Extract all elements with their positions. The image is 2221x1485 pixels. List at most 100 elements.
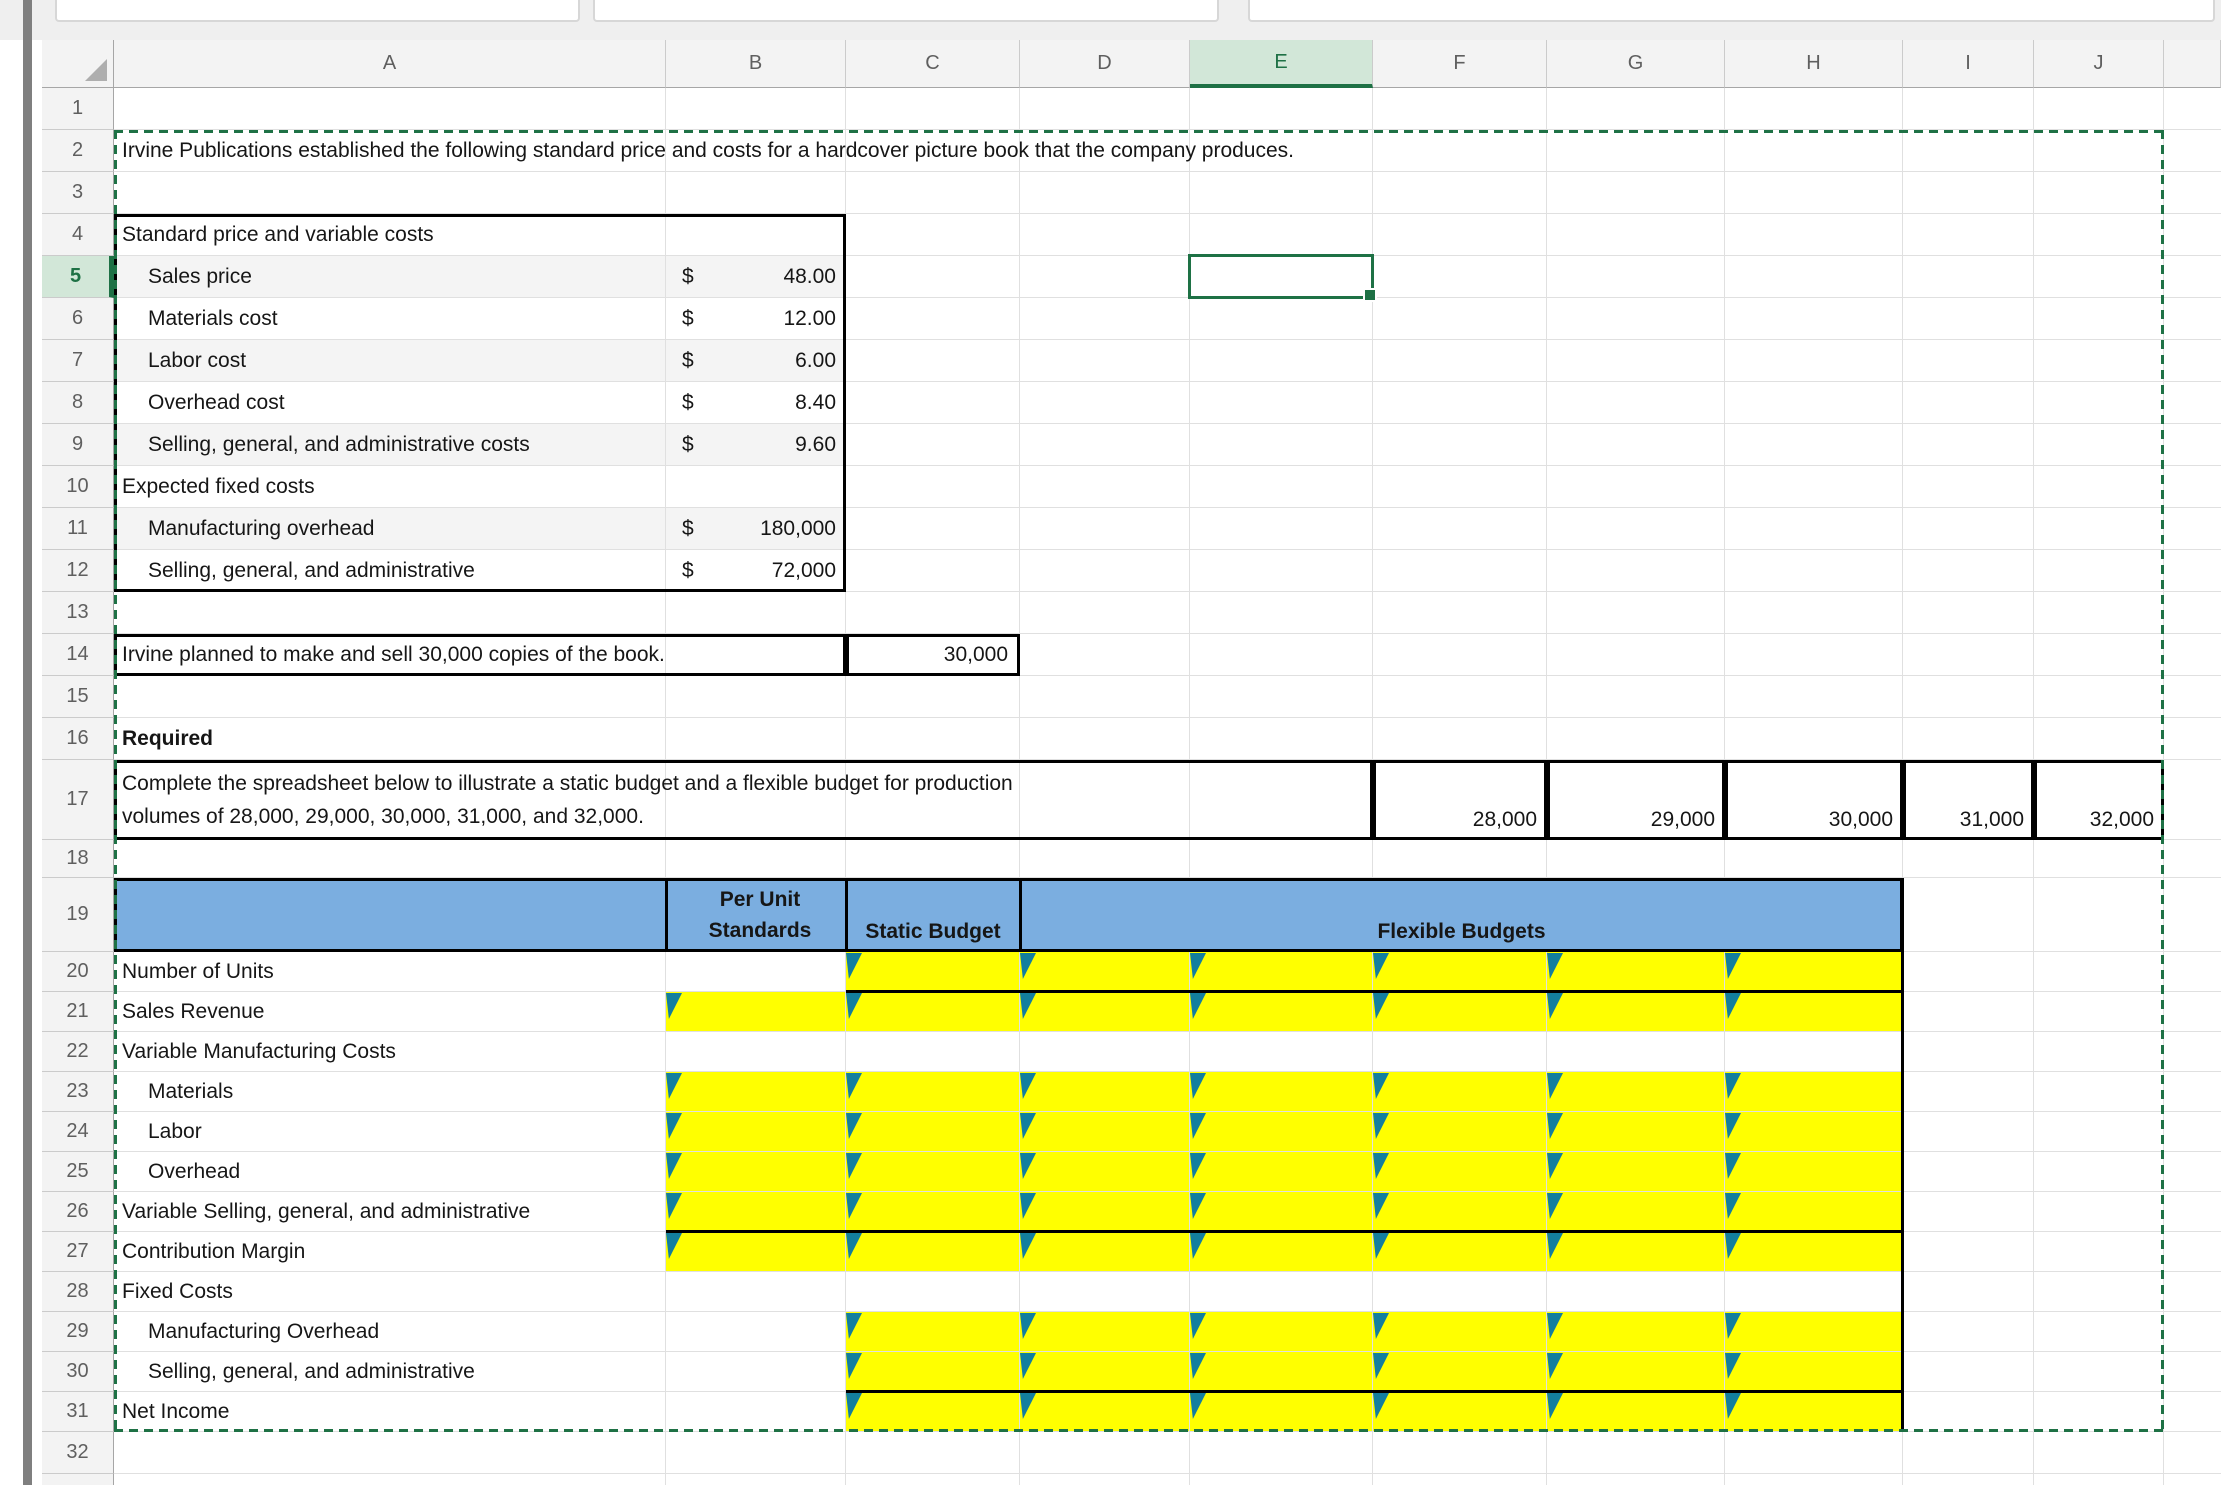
cell-text-line: Per Unit [719, 888, 801, 911]
cell-A2[interactable]: Irvine Publications established the foll… [114, 130, 2164, 172]
column-header-H[interactable]: H [1725, 40, 1903, 88]
column-header-B[interactable]: B [666, 40, 846, 88]
name-box[interactable] [55, 0, 580, 22]
cell-A21[interactable]: Sales Revenue [114, 992, 666, 1032]
cell-H17[interactable]: 30,000 [1725, 760, 1903, 840]
row-header-24[interactable]: 24 [42, 1112, 114, 1152]
cell-A12[interactable]: Selling, general, and administrative [114, 550, 666, 592]
cell-A29[interactable]: Manufacturing Overhead [114, 1312, 666, 1352]
row-header-19[interactable]: 19 [42, 878, 114, 952]
cell-A16[interactable]: Required [114, 718, 666, 760]
cell-A31[interactable]: Net Income [114, 1392, 666, 1432]
select-all-button[interactable] [42, 40, 114, 88]
column-header-A[interactable]: A [114, 40, 666, 88]
cell-B8[interactable]: $8.40 [666, 382, 846, 424]
cell-D19[interactable]: Flexible Budgets [1020, 878, 1903, 952]
cell-A22[interactable]: Variable Manufacturing Costs [114, 1032, 666, 1072]
cell-A24[interactable]: Labor [114, 1112, 666, 1152]
cell-B5[interactable]: $48.00 [666, 256, 846, 298]
cell-B11[interactable]: $180,000 [666, 508, 846, 550]
row-header-4[interactable]: 4 [42, 214, 114, 256]
row-header-11[interactable]: 11 [42, 508, 114, 550]
column-header-C[interactable]: C [846, 40, 1020, 88]
cell-A27[interactable]: Contribution Margin [114, 1232, 666, 1272]
row-header-1[interactable]: 1 [42, 88, 114, 130]
formula-bar[interactable] [1248, 0, 2215, 22]
row-header-21[interactable]: 21 [42, 992, 114, 1032]
row-header-25[interactable]: 25 [42, 1152, 114, 1192]
row-header-29[interactable]: 29 [42, 1312, 114, 1352]
row-header-31[interactable]: 31 [42, 1392, 114, 1432]
cell-A20[interactable]: Number of Units [114, 952, 666, 992]
function-box[interactable] [593, 0, 1219, 22]
cell-A14[interactable]: Irvine planned to make and sell 30,000 c… [114, 634, 846, 676]
currency-value: 6.00 [795, 349, 836, 372]
cell-A5[interactable]: Sales price [114, 256, 666, 298]
cell-B7[interactable]: $6.00 [666, 340, 846, 382]
cell-A26[interactable]: Variable Selling, general, and administr… [114, 1192, 666, 1232]
cell-J17[interactable]: 32,000 [2034, 760, 2164, 840]
row-header-30[interactable]: 30 [42, 1352, 114, 1392]
row-header-15[interactable]: 15 [42, 676, 114, 718]
select-all-triangle-icon [85, 59, 107, 81]
row-header-13[interactable]: 13 [42, 592, 114, 634]
cell-I17[interactable]: 31,000 [1903, 760, 2034, 840]
window-edge [23, 0, 32, 1485]
cell-A11[interactable]: Manufacturing overhead [114, 508, 666, 550]
row-header-14[interactable]: 14 [42, 634, 114, 676]
cell-C14[interactable]: 30,000 [846, 634, 1020, 676]
row-header-10[interactable]: 10 [42, 466, 114, 508]
row-header-9[interactable]: 9 [42, 424, 114, 466]
row-header-22[interactable]: 22 [42, 1032, 114, 1072]
cell-A6[interactable]: Materials cost [114, 298, 666, 340]
row-header-32[interactable]: 32 [42, 1432, 114, 1474]
cell-B6[interactable]: $12.00 [666, 298, 846, 340]
row-header-16[interactable]: 16 [42, 718, 114, 760]
cell-A9[interactable]: Selling, general, and administrative cos… [114, 424, 666, 466]
row-header-5[interactable]: 5 [42, 256, 114, 298]
column-header-D[interactable]: D [1020, 40, 1190, 88]
fixed-costs-bottom-border [846, 1390, 1903, 1393]
currency-symbol: $ [682, 307, 694, 330]
cell-B19[interactable]: Per Unit Standards [666, 878, 846, 952]
row-header-27[interactable]: 27 [42, 1232, 114, 1272]
cell-A23[interactable]: Materials [114, 1072, 666, 1112]
column-header-G[interactable]: G [1547, 40, 1725, 88]
row-header-6[interactable]: 6 [42, 298, 114, 340]
currency-symbol: $ [682, 349, 694, 372]
cell-A30[interactable]: Selling, general, and administrative [114, 1352, 666, 1392]
cell-A10[interactable]: Expected fixed costs [114, 466, 666, 508]
fill-handle[interactable] [1363, 288, 1377, 302]
cell-A28[interactable]: Fixed Costs [114, 1272, 666, 1312]
column-header-I[interactable]: I [1903, 40, 2034, 88]
row-header-2[interactable]: 2 [42, 130, 114, 172]
cell-A8[interactable]: Overhead cost [114, 382, 666, 424]
cell-G17[interactable]: 29,000 [1547, 760, 1725, 840]
column-header-E[interactable]: E [1190, 40, 1373, 88]
active-cell[interactable] [1188, 254, 1377, 302]
cell-A17[interactable]: Complete the spreadsheet below to illust… [114, 760, 1373, 840]
row-header-23[interactable]: 23 [42, 1072, 114, 1112]
row-header-26[interactable]: 26 [42, 1192, 114, 1232]
row-header-8[interactable]: 8 [42, 382, 114, 424]
row-header-18[interactable]: 18 [42, 840, 114, 878]
cell-B12[interactable]: $72,000 [666, 550, 846, 592]
column-header-J[interactable]: J [2034, 40, 2164, 88]
cell-A4[interactable]: Standard price and variable costs [114, 214, 666, 256]
currency-symbol: $ [682, 391, 694, 414]
row-header-28[interactable]: 28 [42, 1272, 114, 1312]
row-header-7[interactable]: 7 [42, 340, 114, 382]
cell-C19[interactable]: Static Budget [846, 878, 1020, 952]
currency-symbol: $ [682, 265, 694, 288]
column-header-F[interactable]: F [1373, 40, 1547, 88]
cell-A7[interactable]: Labor cost [114, 340, 666, 382]
cell-A25[interactable]: Overhead [114, 1152, 666, 1192]
cell-F17[interactable]: 28,000 [1373, 760, 1547, 840]
row-header-17[interactable]: 17 [42, 760, 114, 840]
column-header-partial[interactable] [2164, 40, 2221, 88]
row-header-20[interactable]: 20 [42, 952, 114, 992]
row-header-12[interactable]: 12 [42, 550, 114, 592]
budget-table-right-border [1901, 878, 1904, 1432]
row-header-3[interactable]: 3 [42, 172, 114, 214]
cell-B9[interactable]: $9.60 [666, 424, 846, 466]
